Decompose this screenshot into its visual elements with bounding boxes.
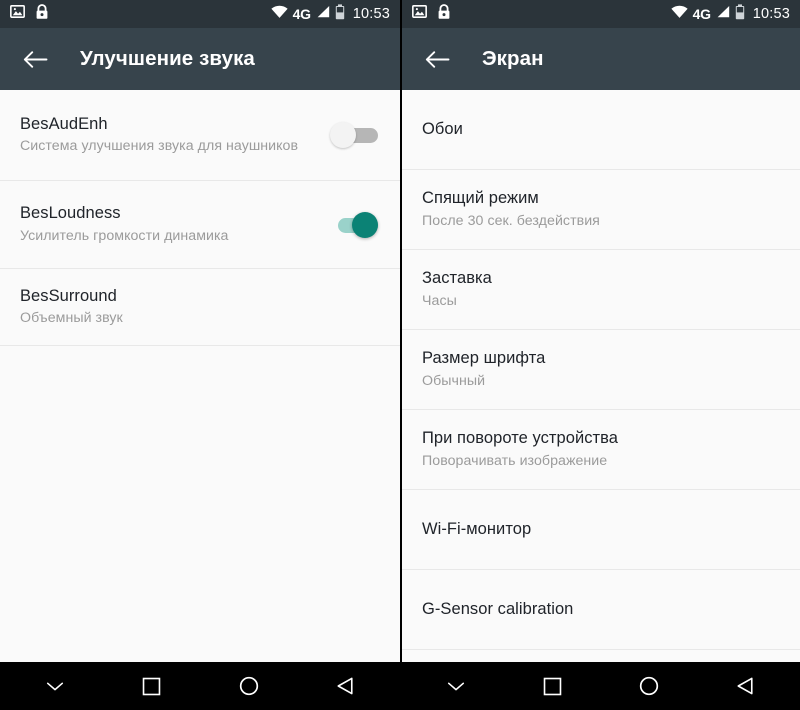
list-item-text: Спящий режим После 30 сек. бездействия <box>422 188 782 231</box>
image-icon <box>10 4 25 24</box>
right-page-title: Экран <box>482 47 544 70</box>
left-list-empty-space <box>0 346 400 662</box>
back-arrow-icon[interactable] <box>420 42 454 76</box>
status-clock: 10:53 <box>752 5 790 22</box>
list-item-title: BesAudEnh <box>20 114 108 133</box>
wifi-icon <box>271 5 288 24</box>
left-status-right-icons: 4G 10:53 <box>271 3 390 25</box>
list-item-proximity-calibration[interactable]: Proximity sensor calibration <box>402 650 800 662</box>
lock-icon <box>437 3 451 25</box>
lock-icon <box>35 3 49 25</box>
right-nav-bar <box>402 662 800 710</box>
list-item-wifi-monitor[interactable]: Wi-Fi-монитор <box>402 490 800 570</box>
chevron-down-icon[interactable] <box>428 662 484 710</box>
battery-icon <box>735 3 745 25</box>
list-item-title: При повороте устройства <box>422 429 618 448</box>
list-item-subtitle: Объемный звук <box>20 310 123 327</box>
back-triangle-icon[interactable] <box>318 662 374 710</box>
list-item-subtitle: Обычный <box>422 372 486 389</box>
list-item-subtitle: Часы <box>422 292 457 309</box>
left-app-bar: Улучшение звука <box>0 28 400 90</box>
right-app-bar: Экран <box>402 28 800 90</box>
list-item-title: Размер шрифта <box>422 349 546 368</box>
list-item-title: Wi-Fi-монитор <box>422 520 532 539</box>
home-circle-icon[interactable] <box>621 662 677 710</box>
left-status-left-icons <box>10 3 49 25</box>
toggle-besloudness[interactable] <box>330 211 382 239</box>
network-type-label: 4G <box>692 6 711 22</box>
left-settings-list: BesAudEnh Система улучшения звука для на… <box>0 90 400 662</box>
list-item-title: BesSurround <box>20 286 117 305</box>
list-item-text: Размер шрифта Обычный <box>422 348 782 391</box>
signal-icon <box>716 5 730 23</box>
toggle-besaudenh[interactable] <box>330 121 382 149</box>
list-item-font-size[interactable]: Размер шрифта Обычный <box>402 330 800 410</box>
battery-icon <box>335 3 345 25</box>
list-item-bessurround[interactable]: BesSurround Объемный звук <box>0 269 400 346</box>
right-status-bar: 4G 10:53 <box>402 0 800 28</box>
image-icon <box>412 4 427 24</box>
right-status-right-icons: 4G 10:53 <box>671 3 790 25</box>
home-circle-icon[interactable] <box>221 662 277 710</box>
signal-icon <box>316 5 330 23</box>
network-type-label: 4G <box>292 6 311 22</box>
list-item-sleep[interactable]: Спящий режим После 30 сек. бездействия <box>402 170 800 250</box>
recents-square-icon[interactable] <box>124 662 180 710</box>
recents-square-icon[interactable] <box>525 662 581 710</box>
status-clock: 10:53 <box>352 5 390 22</box>
list-item-text: Обои <box>422 119 782 140</box>
list-item-text: BesLoudness Усилитель громкости динамика <box>20 203 330 246</box>
list-item-besaudenh[interactable]: BesAudEnh Система улучшения звука для на… <box>0 90 400 181</box>
list-item-title: Заставка <box>422 269 492 288</box>
left-nav-bar <box>0 662 400 710</box>
list-item-text: BesSurround Объемный звук <box>20 286 382 329</box>
list-item-besloudness[interactable]: BesLoudness Усилитель громкости динамика <box>0 181 400 269</box>
list-item-screensaver[interactable]: Заставка Часы <box>402 250 800 330</box>
list-item-text: Заставка Часы <box>422 268 782 311</box>
list-item-text: Wi-Fi-монитор <box>422 519 782 540</box>
left-phone-screen: 4G 10:53 Улучшение звука BesAudEnh Систе… <box>0 0 400 710</box>
list-item-rotation[interactable]: При повороте устройства Поворачивать изо… <box>402 410 800 490</box>
dual-screenshot-comparison: 4G 10:53 Улучшение звука BesAudEnh Систе… <box>0 0 800 710</box>
list-item-subtitle: Система улучшения звука для наушников <box>20 138 299 155</box>
list-item-text: При повороте устройства Поворачивать изо… <box>422 428 782 471</box>
list-item-subtitle: Поворачивать изображение <box>422 452 608 469</box>
left-status-bar: 4G 10:53 <box>0 0 400 28</box>
list-item-text: BesAudEnh Система улучшения звука для на… <box>20 114 330 157</box>
back-triangle-icon[interactable] <box>718 662 774 710</box>
right-status-left-icons <box>412 3 451 25</box>
right-settings-list: Обои Спящий режим После 30 сек. бездейст… <box>402 90 800 662</box>
left-page-title: Улучшение звука <box>80 47 255 70</box>
list-item-subtitle: Усилитель громкости динамика <box>20 227 229 244</box>
list-item-subtitle: После 30 сек. бездействия <box>422 212 600 229</box>
list-item-title: Спящий режим <box>422 189 539 208</box>
wifi-icon <box>671 5 688 24</box>
list-item-gsensor-calibration[interactable]: G-Sensor calibration <box>402 570 800 650</box>
toggle-thumb <box>330 122 356 148</box>
chevron-down-icon[interactable] <box>27 662 83 710</box>
list-item-wallpaper[interactable]: Обои <box>402 90 800 170</box>
right-phone-screen: 4G 10:53 Экран Обои Спящий режим После 3… <box>400 0 800 710</box>
list-item-title: BesLoudness <box>20 204 121 223</box>
back-arrow-icon[interactable] <box>18 42 52 76</box>
toggle-thumb <box>352 211 378 238</box>
list-item-title: Обои <box>422 120 463 139</box>
list-item-text: G-Sensor calibration <box>422 599 782 620</box>
list-item-title: G-Sensor calibration <box>422 600 574 619</box>
